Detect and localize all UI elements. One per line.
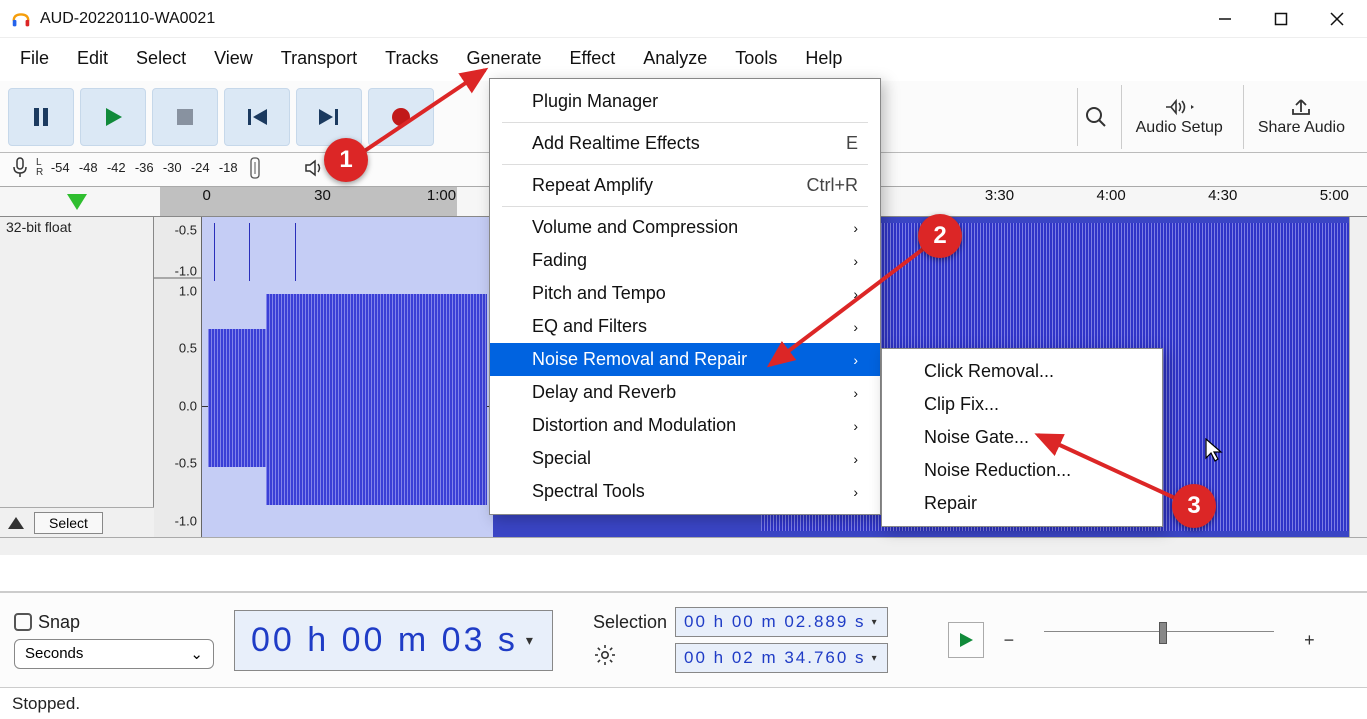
- submenu-clip-fix[interactable]: Clip Fix...: [882, 388, 1162, 421]
- menu-file[interactable]: File: [6, 42, 63, 75]
- menu-eq-filters[interactable]: EQ and Filters›: [490, 310, 880, 343]
- time-position-display[interactable]: 00 h 00 m 03 s▾: [234, 610, 553, 671]
- snap-checkbox[interactable]: [14, 613, 32, 631]
- collapse-icon[interactable]: [8, 517, 24, 529]
- menu-view[interactable]: View: [200, 42, 267, 75]
- rec-db-scale: -54-48-42-36-30-24-18: [47, 160, 241, 175]
- annotation-bubble-1: 1: [324, 138, 368, 182]
- app-icon: [10, 8, 32, 30]
- menu-spectral-tools[interactable]: Spectral Tools›: [490, 475, 880, 508]
- bottom-toolbar: Snap Seconds ⌄ 00 h 00 m 03 s▾ Selection…: [0, 591, 1367, 687]
- rec-channel-labels: LR: [36, 158, 43, 178]
- submenu-noise-gate[interactable]: Noise Gate...: [882, 421, 1162, 454]
- speed-minus[interactable]: −: [1004, 630, 1015, 651]
- menu-bar: File Edit Select View Transport Tracks G…: [0, 38, 1367, 81]
- track-format-label: 32-bit float: [0, 217, 153, 237]
- submenu-click-removal[interactable]: Click Removal...: [882, 355, 1162, 388]
- annotation-bubble-2: 2: [918, 214, 962, 258]
- effect-menu-dropdown: Plugin Manager Add Realtime EffectsE Rep…: [489, 78, 881, 515]
- menu-transport[interactable]: Transport: [267, 42, 371, 75]
- rec-slider-icon[interactable]: [245, 155, 265, 181]
- gear-icon[interactable]: [593, 643, 619, 669]
- maximize-button[interactable]: [1253, 0, 1309, 38]
- track-control-panel[interactable]: 32-bit float Select: [0, 217, 154, 537]
- amplitude-scale: -0.5 -1.0 1.0 0.5 0.0 -0.5 -1.0: [154, 217, 202, 537]
- selection-label: Selection: [593, 612, 667, 633]
- menu-volume-compression[interactable]: Volume and Compression›: [490, 211, 880, 244]
- menu-add-realtime-effects[interactable]: Add Realtime EffectsE: [490, 127, 880, 160]
- menu-fading[interactable]: Fading›: [490, 244, 880, 277]
- menu-help[interactable]: Help: [791, 42, 856, 75]
- status-text: Stopped.: [12, 694, 80, 714]
- window-controls: [1197, 0, 1365, 38]
- share-audio-button[interactable]: Share Audio: [1243, 85, 1359, 149]
- annotation-bubble-3: 3: [1172, 484, 1216, 528]
- track-footer: Select: [0, 507, 154, 537]
- close-button[interactable]: [1309, 0, 1365, 38]
- zoom-icon[interactable]: [1077, 88, 1115, 146]
- menu-noise-removal-repair[interactable]: Noise Removal and Repair›: [490, 343, 880, 376]
- play-head-marker[interactable]: [67, 194, 87, 210]
- speed-plus[interactable]: +: [1304, 630, 1315, 651]
- selection-end-display[interactable]: 00 h 02 m 34.760 s▾: [675, 643, 888, 673]
- menu-pitch-tempo[interactable]: Pitch and Tempo›: [490, 277, 880, 310]
- menu-analyze[interactable]: Analyze: [629, 42, 721, 75]
- menu-plugin-manager[interactable]: Plugin Manager: [490, 85, 880, 118]
- menu-special[interactable]: Special›: [490, 442, 880, 475]
- stop-button[interactable]: [152, 88, 218, 146]
- record-button[interactable]: [368, 88, 434, 146]
- track-select-button[interactable]: Select: [34, 512, 103, 534]
- horizontal-scrollbar[interactable]: [0, 537, 1367, 555]
- minimize-button[interactable]: [1197, 0, 1253, 38]
- mouse-cursor-icon: [1205, 438, 1225, 464]
- dropdown-icon[interactable]: ▾: [526, 632, 536, 649]
- audio-setup-label: Audio Setup: [1136, 119, 1223, 137]
- skip-end-button[interactable]: [296, 88, 362, 146]
- menu-select[interactable]: Select: [122, 42, 200, 75]
- selection-start-display[interactable]: 00 h 00 m 02.889 s▾: [675, 607, 888, 637]
- snap-label: Snap: [38, 612, 80, 633]
- mic-icon[interactable]: [8, 156, 32, 180]
- status-bar: Stopped.: [0, 687, 1367, 719]
- window-title: AUD-20220110-WA0021: [40, 10, 1197, 28]
- menu-distortion-modulation[interactable]: Distortion and Modulation›: [490, 409, 880, 442]
- snap-unit-select[interactable]: Seconds ⌄: [14, 639, 214, 669]
- menu-effect[interactable]: Effect: [556, 42, 630, 75]
- menu-generate[interactable]: Generate: [452, 42, 555, 75]
- playback-speed-slider[interactable]: [1044, 631, 1274, 649]
- play-button[interactable]: [80, 88, 146, 146]
- pause-button[interactable]: [8, 88, 74, 146]
- play-at-speed-button[interactable]: [948, 622, 984, 658]
- vertical-scrollbar[interactable]: [1349, 217, 1367, 537]
- skip-start-button[interactable]: [224, 88, 290, 146]
- submenu-noise-reduction[interactable]: Noise Reduction...: [882, 454, 1162, 487]
- noise-removal-submenu: Click Removal... Clip Fix... Noise Gate.…: [881, 348, 1163, 527]
- menu-tools[interactable]: Tools: [721, 42, 791, 75]
- share-audio-label: Share Audio: [1258, 119, 1345, 137]
- menu-edit[interactable]: Edit: [63, 42, 122, 75]
- submenu-repair[interactable]: Repair: [882, 487, 1162, 520]
- menu-tracks[interactable]: Tracks: [371, 42, 452, 75]
- chevron-down-icon: ⌄: [190, 645, 203, 663]
- menu-repeat-amplify[interactable]: Repeat AmplifyCtrl+R: [490, 169, 880, 202]
- audio-setup-button[interactable]: Audio Setup: [1121, 85, 1237, 149]
- title-bar: AUD-20220110-WA0021: [0, 0, 1367, 38]
- menu-delay-reverb[interactable]: Delay and Reverb›: [490, 376, 880, 409]
